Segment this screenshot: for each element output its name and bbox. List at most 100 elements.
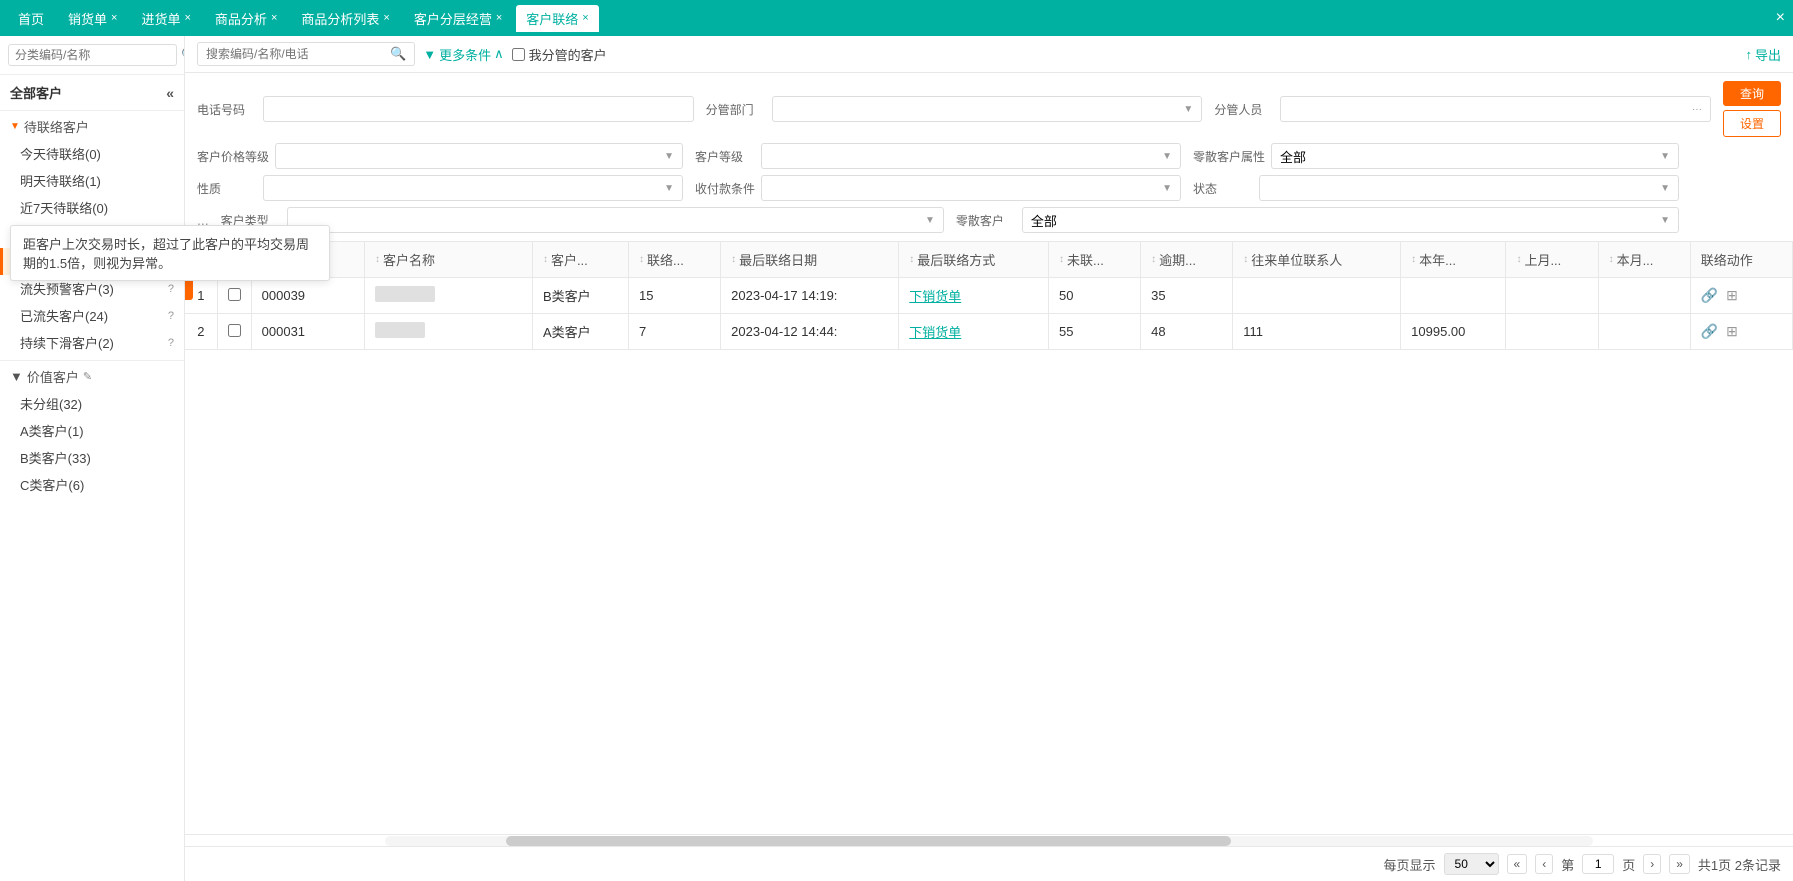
status-select[interactable]: ▼ bbox=[1259, 175, 1679, 201]
my-customers-label[interactable]: 我分管的客户 bbox=[512, 45, 607, 64]
row1-customer-type: B类客户 bbox=[532, 278, 628, 314]
th-name[interactable]: 客户名称 bbox=[365, 242, 533, 278]
th-last-month[interactable]: 上月... bbox=[1506, 242, 1598, 278]
th-this-month-sort[interactable]: 本月... bbox=[1609, 250, 1680, 269]
customer-type-select[interactable]: ▼ bbox=[287, 207, 944, 233]
payment-select[interactable]: ▼ bbox=[761, 175, 1181, 201]
nav-home[interactable]: 首页 bbox=[8, 5, 54, 32]
sidebar-item-a-class[interactable]: A类客户(1) bbox=[0, 417, 184, 444]
row2-last-contact-method[interactable]: 下销货单 bbox=[899, 314, 1049, 350]
row2-grid-icon[interactable]: ⊞ bbox=[1726, 323, 1738, 340]
nav-tab-customer-segment-close[interactable]: × bbox=[496, 12, 502, 24]
page-input[interactable] bbox=[1582, 854, 1614, 874]
th-customer-type[interactable]: 客户... bbox=[532, 242, 628, 278]
th-last-contact-method-sort[interactable]: 最后联络方式 bbox=[909, 250, 1038, 269]
row2-link-icon[interactable]: 🔗 bbox=[1701, 323, 1718, 340]
prev-page-btn[interactable]: ‹ bbox=[1535, 854, 1553, 874]
query-button[interactable]: 查询 bbox=[1723, 81, 1781, 106]
retail-attr-select[interactable]: 全部 ▼ bbox=[1271, 143, 1679, 169]
th-this-month[interactable]: 本月... bbox=[1598, 242, 1690, 278]
row2-contact-method-link[interactable]: 下销货单 bbox=[909, 325, 961, 340]
sidebar-item-b-class[interactable]: B类客户(33) bbox=[0, 444, 184, 471]
th-overdue[interactable]: 逾期... bbox=[1141, 242, 1233, 278]
content-area: 🔍 ▼ 更多条件 ∧ 我分管的客户 ↑ 导出 电话号码 bbox=[185, 36, 1793, 881]
filter-row-1: 电话号码 分管部门 ▼ 分管人员 ··· bbox=[197, 81, 1781, 137]
window-close-icon[interactable]: × bbox=[1776, 9, 1785, 27]
th-overdue-sort[interactable]: 逾期... bbox=[1151, 250, 1222, 269]
nav-tab-purchase[interactable]: 进货单 × bbox=[131, 5, 200, 32]
nav-tab-customer-contact-close[interactable]: × bbox=[582, 12, 588, 24]
th-last-month-sort[interactable]: 上月... bbox=[1516, 250, 1587, 269]
customer-level-select[interactable]: ▼ bbox=[761, 143, 1181, 169]
th-last-contact-date-sort[interactable]: 最后联络日期 bbox=[731, 250, 888, 269]
nav-tab-customer-segment[interactable]: 客户分层经营 × bbox=[404, 5, 512, 32]
more-conditions-btn[interactable]: ▼ 更多条件 ∧ bbox=[423, 45, 503, 64]
nav-tab-analysis-close[interactable]: × bbox=[271, 12, 277, 24]
sidebar-search-input[interactable] bbox=[8, 44, 177, 66]
row1-actions: 🔗 ⊞ bbox=[1690, 278, 1792, 314]
sidebar-item-today[interactable]: 今天待联络(0) bbox=[0, 140, 184, 167]
nav-tab-customer-contact[interactable]: 客户联络 × bbox=[516, 5, 598, 32]
th-last-contact-date[interactable]: 最后联络日期 bbox=[721, 242, 899, 278]
sidebar-item-churned[interactable]: 已流失客户(24) ? bbox=[0, 302, 184, 329]
sidebar-value-section[interactable]: ▼ 价值客户 ✎ bbox=[0, 360, 184, 390]
row1-last-contact-method[interactable]: 下销货单 bbox=[899, 278, 1049, 314]
h-scrollbar[interactable] bbox=[385, 836, 1593, 846]
row2-current-year: 10995.00 bbox=[1401, 314, 1506, 350]
retail-customer-select[interactable]: 全部 ▼ bbox=[1022, 207, 1679, 233]
nav-tab-purchase-close[interactable]: × bbox=[184, 12, 190, 24]
h-scrollbar-thumb[interactable] bbox=[506, 836, 1231, 846]
first-page-btn[interactable]: « bbox=[1507, 854, 1528, 874]
th-contact-count[interactable]: 联络... bbox=[629, 242, 721, 278]
filter-search-icon[interactable]: 🔍 bbox=[390, 46, 406, 62]
th-last-contact-method[interactable]: 最后联络方式 bbox=[899, 242, 1049, 278]
next-page-btn[interactable]: › bbox=[1643, 854, 1661, 874]
gender-select[interactable]: ▼ bbox=[263, 175, 683, 201]
th-current-year[interactable]: 本年... bbox=[1401, 242, 1506, 278]
nav-tab-sales-close[interactable]: × bbox=[111, 12, 117, 24]
sidebar-collapse-icon[interactable]: « bbox=[166, 85, 174, 101]
th-uncontact-sort[interactable]: 未联... bbox=[1059, 250, 1130, 269]
last-page-btn[interactable]: » bbox=[1669, 854, 1690, 874]
th-contacts-sort[interactable]: 往来单位联系人 bbox=[1243, 250, 1390, 269]
manager-select[interactable]: ··· bbox=[1280, 96, 1711, 122]
nav-tab-analysis-list-close[interactable]: × bbox=[383, 12, 389, 24]
filter-search-input[interactable] bbox=[206, 47, 386, 61]
nav-tab-analysis[interactable]: 商品分析 × bbox=[205, 5, 287, 32]
settings-button[interactable]: 设置 bbox=[1723, 110, 1781, 137]
sidebar-item-declining[interactable]: 持续下滑客户(2) ? bbox=[0, 329, 184, 356]
row1-contact-method-link[interactable]: 下销货单 bbox=[909, 289, 961, 304]
my-customers-checkbox[interactable] bbox=[512, 48, 525, 61]
th-contact-count-sort[interactable]: 联络... bbox=[639, 250, 710, 269]
th-name-sort[interactable]: 客户名称 bbox=[375, 250, 522, 269]
row1-code: 000039 bbox=[251, 278, 364, 314]
nav-tab-analysis-list[interactable]: 商品分析列表 × bbox=[291, 5, 399, 32]
sidebar-item-tomorrow[interactable]: 明天待联络(1) bbox=[0, 167, 184, 194]
sidebar-item-ungroup[interactable]: 未分组(32) bbox=[0, 390, 184, 417]
row1-link-icon[interactable]: 🔗 bbox=[1701, 287, 1718, 304]
export-button[interactable]: ↑ 导出 bbox=[1745, 45, 1781, 64]
phone-input[interactable] bbox=[263, 96, 694, 122]
row2-checkbox[interactable] bbox=[228, 324, 241, 337]
th-current-year-sort[interactable]: 本年... bbox=[1411, 250, 1495, 269]
declining-help-icon[interactable]: ? bbox=[168, 337, 174, 349]
department-label: 分管部门 bbox=[706, 101, 766, 118]
page-size-select[interactable]: 50 100 200 bbox=[1444, 853, 1499, 875]
churned-help-icon[interactable]: ? bbox=[168, 310, 174, 322]
department-select[interactable]: ▼ bbox=[772, 96, 1203, 122]
row1-grid-icon[interactable]: ⊞ bbox=[1726, 287, 1738, 304]
retail-attr-chevron: ▼ bbox=[1660, 151, 1670, 162]
th-contacts[interactable]: 往来单位联系人 bbox=[1233, 242, 1401, 278]
customer-level-label: 客户等级 bbox=[695, 148, 755, 165]
row1-checkbox[interactable] bbox=[228, 288, 241, 301]
nav-tab-sales[interactable]: 销货单 × bbox=[58, 5, 127, 32]
th-customer-type-sort[interactable]: 客户... bbox=[543, 250, 618, 269]
sidebar-item-c-class[interactable]: C类客户(6) bbox=[0, 471, 184, 498]
sidebar-pending-section[interactable]: ▼ 待联络客户 bbox=[0, 111, 184, 140]
price-level-select[interactable]: ▼ bbox=[275, 143, 683, 169]
value-edit-icon[interactable]: ✎ bbox=[83, 370, 92, 383]
sidebar-item-7days[interactable]: 近7天待联络(0) bbox=[0, 194, 184, 221]
churn-warning-help-icon[interactable]: ? bbox=[168, 283, 174, 295]
row2-num: 2 bbox=[185, 314, 217, 350]
th-uncontact[interactable]: 未联... bbox=[1048, 242, 1140, 278]
